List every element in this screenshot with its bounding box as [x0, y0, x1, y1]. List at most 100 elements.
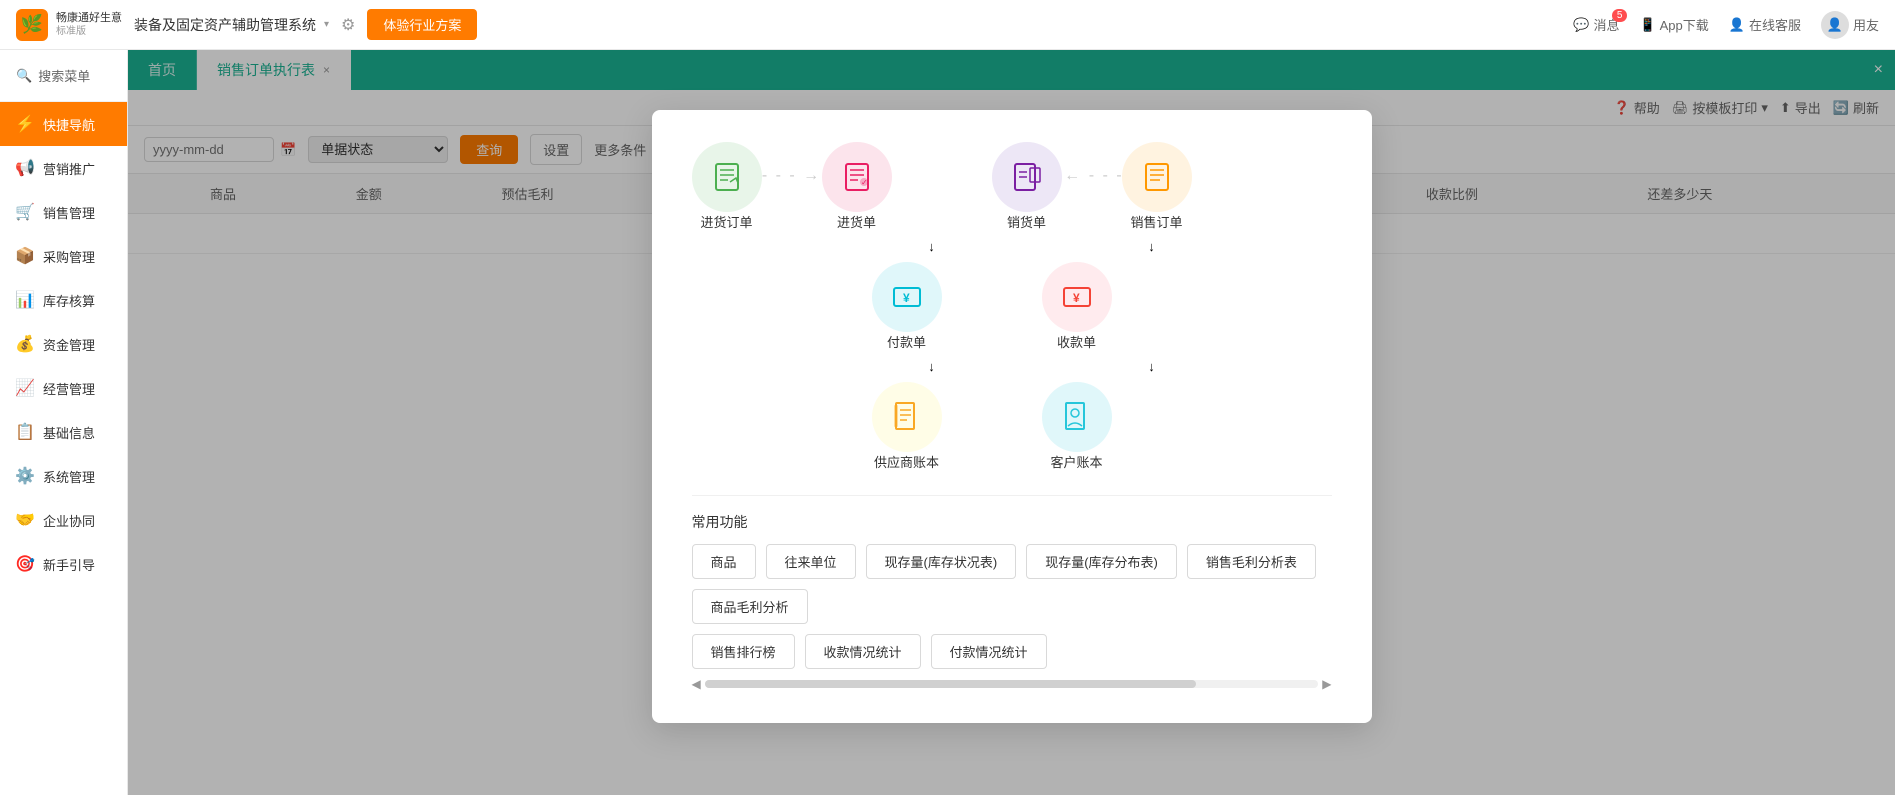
message-icon: 💬: [1573, 17, 1589, 33]
logo-text: 畅康通好生意 标准版: [56, 11, 122, 38]
scroll-left-btn[interactable]: ◀: [692, 677, 701, 691]
newbie-icon: 🎯: [15, 554, 35, 574]
purchase-slip-circle[interactable]: ✓: [822, 142, 892, 212]
common-btns-row-2: 销售排行榜 收款情况统计 付款情况统计: [692, 634, 1332, 669]
customer-ledger-circle[interactable]: [1042, 382, 1112, 452]
arrow-down-3: ↓: [872, 359, 992, 374]
btn-sales-ranking[interactable]: 销售排行榜: [692, 634, 795, 669]
purchase-order-icon: [710, 160, 744, 194]
supplier-ledger-label: 供应商账本: [874, 452, 939, 471]
flow-row-3: 供应商账本: [692, 382, 1332, 471]
app-container: 🌿 畅康通好生意 标准版 装备及固定资产辅助管理系统 ▾ ⚙ 体验行业方案 💬 …: [0, 0, 1895, 795]
scroll-track: [705, 680, 1319, 688]
modal-box: 进货订单 - - - →: [652, 110, 1372, 723]
sales-order-label: 销售订单: [1130, 212, 1182, 231]
common-functions-section: 常用功能 商品 往来单位 现存量(库存状况表) 现存量(库存分布表) 销售毛利分…: [692, 495, 1332, 669]
flow-col-customer-ledger: 客户账本: [1042, 382, 1112, 471]
sidebar-item-system[interactable]: ⚙️ 系统管理: [0, 454, 127, 498]
sidebar-item-operations[interactable]: 📈 经营管理: [0, 366, 127, 410]
search-icon: 🔍: [16, 68, 32, 84]
online-service-btn[interactable]: 👤 在线客服: [1729, 15, 1801, 34]
flow-row-1: 进货订单 - - - →: [692, 142, 1332, 231]
btn-sales-profit-analysis[interactable]: 销售毛利分析表: [1187, 544, 1316, 579]
operations-icon: 📈: [15, 378, 35, 398]
payment-icon: ¥: [890, 280, 924, 314]
service-icon: 👤: [1729, 17, 1745, 33]
svg-text:✓: ✓: [861, 178, 868, 187]
app-title-area: 装备及固定资产辅助管理系统 ▾ ⚙: [134, 15, 355, 35]
app-title: 装备及固定资产辅助管理系统: [134, 15, 316, 35]
sales-slip-icon: [1010, 160, 1044, 194]
content-area: 首页 销售订单执行表 × × ❓ 帮助 🖨 按模板打印: [128, 50, 1895, 795]
sidebar-search: 🔍 搜索菜单: [0, 50, 127, 102]
flow-col-receipt: ¥ 收款单: [1042, 262, 1112, 351]
marketing-icon: 📢: [15, 158, 35, 178]
customer-ledger-label: 客户账本: [1050, 452, 1102, 471]
arrow-down-4: ↓: [1092, 359, 1212, 374]
common-btns-row-1: 商品 往来单位 现存量(库存状况表) 现存量(库存分布表) 销售毛利分析表 商品…: [692, 544, 1332, 624]
sales-slip-label: 销货单: [1007, 212, 1046, 231]
arrow-down-2: ↓: [1092, 239, 1212, 254]
basic-info-icon: 📋: [15, 422, 35, 442]
scroll-right-btn[interactable]: ▶: [1322, 677, 1331, 691]
arrow-2: - - - →: [1062, 167, 1122, 185]
btn-inventory-distribution[interactable]: 现存量(库存分布表): [1026, 544, 1177, 579]
flow-col-supplier-ledger: 供应商账本: [872, 382, 942, 471]
flow-arrow-row-2: ↓ ↓: [692, 359, 1332, 374]
payment-circle[interactable]: ¥: [872, 262, 942, 332]
btn-product-profit-analysis[interactable]: 商品毛利分析: [692, 589, 808, 624]
receipt-icon: ¥: [1060, 280, 1094, 314]
btn-inventory-status[interactable]: 现存量(库存状况表): [866, 544, 1017, 579]
supplier-ledger-circle[interactable]: [872, 382, 942, 452]
sidebar-item-basic-info[interactable]: 📋 基础信息: [0, 410, 127, 454]
btn-disbursement-stats[interactable]: 付款情况统计: [931, 634, 1047, 669]
btn-product[interactable]: 商品: [692, 544, 756, 579]
sidebar-item-newbie[interactable]: 🎯 新手引导: [0, 542, 127, 586]
sidebar-item-marketing[interactable]: 📢 营销推广: [0, 146, 127, 190]
sidebar-item-purchase[interactable]: 📦 采购管理: [0, 234, 127, 278]
top-bar-right: 💬 消息 5 📱 App下载 👤 在线客服 👤 用友: [1573, 11, 1879, 39]
sidebar-item-inventory[interactable]: 📊 库存核算: [0, 278, 127, 322]
download-icon: 📱: [1639, 17, 1655, 33]
customer-ledger-icon: [1060, 400, 1094, 434]
flow-row-2: ¥ 付款单 ¥: [692, 262, 1332, 351]
modal-scrollbar: ◀ ▶: [692, 669, 1332, 691]
app-download-btn[interactable]: 📱 App下载: [1639, 15, 1708, 34]
supplier-ledger-icon: [890, 400, 924, 434]
purchase-order-circle[interactable]: [692, 142, 762, 212]
flow-col-sales-slip: 销货单: [992, 142, 1062, 231]
sidebar-item-sales[interactable]: 🛒 销售管理: [0, 190, 127, 234]
search-menu-btn[interactable]: 🔍 搜索菜单: [8, 60, 119, 91]
inventory-icon: 📊: [15, 290, 35, 310]
quick-nav-icon: ⚡: [15, 114, 35, 134]
receipt-circle[interactable]: ¥: [1042, 262, 1112, 332]
sidebar: 🔍 搜索菜单 ⚡ 快捷导航 📢 营销推广 🛒 销售管理 📦 采购管理: [0, 50, 128, 795]
logo-icon: 🌿: [16, 9, 48, 41]
sidebar-item-finance[interactable]: 💰 资金管理: [0, 322, 127, 366]
flow-arrow-row: ↓ ↓: [692, 239, 1332, 254]
btn-payment-stats[interactable]: 收款情况统计: [805, 634, 921, 669]
experience-btn[interactable]: 体验行业方案: [367, 9, 477, 40]
sidebar-item-quick-nav[interactable]: ⚡ 快捷导航: [0, 102, 127, 146]
svg-text:¥: ¥: [903, 291, 910, 305]
common-functions-title: 常用功能: [692, 512, 1332, 532]
user-avatar: 👤: [1821, 11, 1849, 39]
btn-partner[interactable]: 往来单位: [766, 544, 856, 579]
purchase-slip-label: 进货单: [837, 212, 876, 231]
sidebar-item-collaboration[interactable]: 🤝 企业协同: [0, 498, 127, 542]
dropdown-icon[interactable]: ▾: [324, 19, 329, 30]
top-bar: 🌿 畅康通好生意 标准版 装备及固定资产辅助管理系统 ▾ ⚙ 体验行业方案 💬 …: [0, 0, 1895, 50]
receipt-label: 收款单: [1057, 332, 1096, 351]
sales-slip-circle[interactable]: [992, 142, 1062, 212]
main-area: 🔍 搜索菜单 ⚡ 快捷导航 📢 营销推广 🛒 销售管理 📦 采购管理: [0, 50, 1895, 795]
flow-col-payment: ¥ 付款单: [872, 262, 942, 351]
message-btn[interactable]: 💬 消息 5: [1573, 15, 1619, 34]
user-menu[interactable]: 👤 用友: [1821, 11, 1879, 39]
flow-section: 进货订单 - - - →: [692, 142, 1332, 471]
gear-icon[interactable]: ⚙: [341, 15, 355, 35]
sales-order-circle[interactable]: [1122, 142, 1192, 212]
finance-icon: 💰: [15, 334, 35, 354]
system-icon: ⚙️: [15, 466, 35, 486]
message-badge: 5: [1612, 9, 1628, 22]
scroll-thumb[interactable]: [705, 680, 1196, 688]
